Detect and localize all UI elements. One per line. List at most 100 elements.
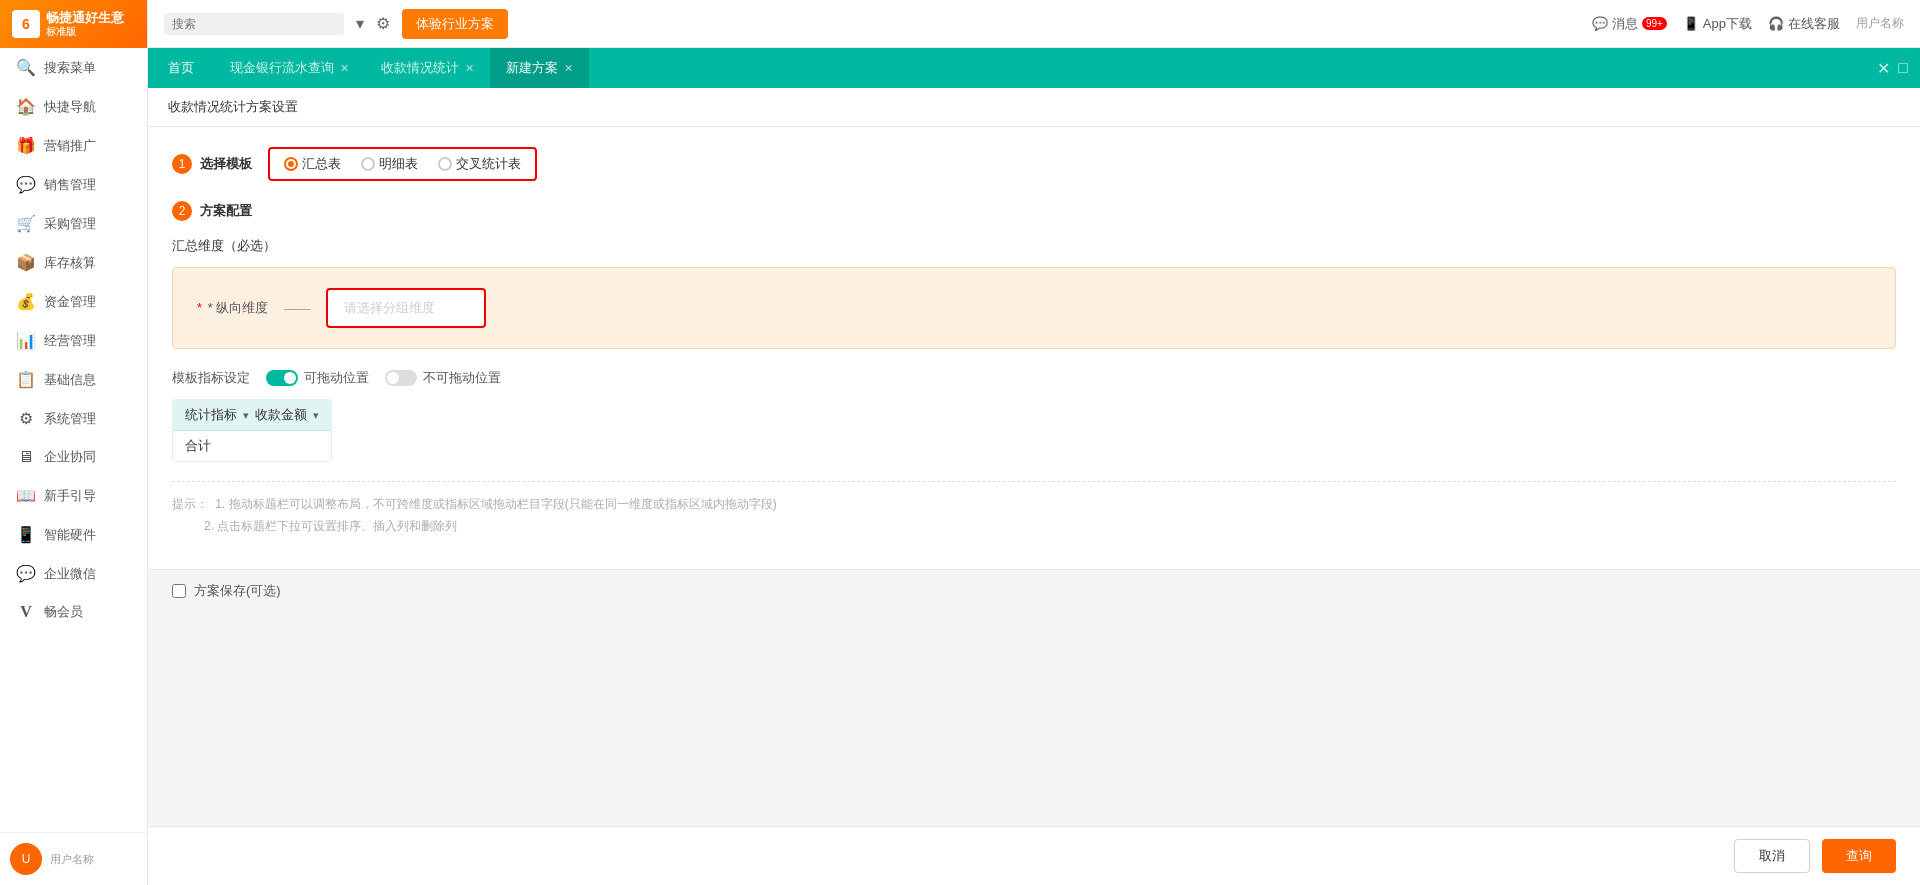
hardware-icon: 📱 xyxy=(16,525,36,544)
tab-close-icon[interactable]: ✕ xyxy=(340,62,349,75)
guide-icon: 📖 xyxy=(16,486,36,505)
radio-circle-detail xyxy=(361,157,375,171)
sidebar-item-member[interactable]: V 畅会员 xyxy=(0,593,147,631)
radio-detail[interactable]: 明细表 xyxy=(361,155,418,173)
indicator-table-header[interactable]: 统计指标 ▾ 收款金额 ▾ xyxy=(173,400,331,431)
tab-close-icon[interactable]: ✕ xyxy=(564,62,573,75)
sidebar-item-marketing[interactable]: 🎁 营销推广 xyxy=(0,126,147,165)
sidebar-footer: U 用户名称 xyxy=(0,832,147,885)
tab-close-all-button[interactable]: ✕ xyxy=(1877,59,1890,78)
tab-minimize-button[interactable]: □ xyxy=(1898,59,1908,77)
wechat-icon: 💬 xyxy=(16,564,36,583)
bottom-action-bar: 取消 查询 xyxy=(148,826,1920,885)
toggle-not-draggable[interactable]: 不可拖动位置 xyxy=(385,369,501,387)
message-icon: 💬 xyxy=(1592,16,1608,31)
sidebar-item-label: 销售管理 xyxy=(44,176,96,194)
tab-home[interactable]: 首页 xyxy=(148,48,214,88)
toggle-draggable[interactable]: 可拖动位置 xyxy=(266,369,369,387)
sidebar-item-label: 基础信息 xyxy=(44,371,96,389)
indicator-title: 模板指标设定 xyxy=(172,369,250,387)
toggle-draggable-box[interactable] xyxy=(266,370,298,386)
sidebar-item-wechat[interactable]: 💬 企业微信 xyxy=(0,554,147,593)
sidebar-item-guide[interactable]: 📖 新手引导 xyxy=(0,476,147,515)
dimension-select-box[interactable]: 请选择分组维度 xyxy=(326,288,486,328)
sidebar-item-label: 新手引导 xyxy=(44,487,96,505)
dropdown-button[interactable]: ▾ xyxy=(356,14,364,33)
tab-receipt-stats[interactable]: 收款情况统计 ✕ xyxy=(365,48,490,88)
dimension-row-label: * * 纵向维度 xyxy=(197,299,268,317)
sidebar-item-label: 智能硬件 xyxy=(44,526,96,544)
form-section: 1 选择模板 汇总表 明细表 交叉统计表 xyxy=(148,127,1920,569)
radio-circle-summary xyxy=(284,157,298,171)
indicator-table-row: 合计 xyxy=(173,431,331,461)
box-icon: 📦 xyxy=(16,253,36,272)
chevron-down-icon-2: ▾ xyxy=(313,409,319,422)
dimension-container: 汇总维度（必选） * * 纵向维度 —— 请选择分组维度 xyxy=(172,237,1896,349)
sidebar-item-inventory[interactable]: 📦 库存核算 xyxy=(0,243,147,282)
user-name: 用户名称 xyxy=(50,852,94,867)
sidebar-item-label: 系统管理 xyxy=(44,410,96,428)
sidebar-item-enterprise[interactable]: 🖥 企业协同 xyxy=(0,438,147,476)
sidebar-item-operations[interactable]: 📊 经营管理 xyxy=(0,321,147,360)
sidebar-item-label: 采购管理 xyxy=(44,215,96,233)
message-badge: 99+ xyxy=(1642,17,1667,30)
sidebar-item-system[interactable]: ⚙ 系统管理 xyxy=(0,399,147,438)
messages-button[interactable]: 💬 消息 99+ xyxy=(1592,15,1667,33)
tip1-text: 提示： 1. 拖动标题栏可以调整布局，不可跨维度或指标区域拖动栏目字段(只能在同… xyxy=(172,494,1896,516)
sidebar-item-basic-info[interactable]: 📋 基础信息 xyxy=(0,360,147,399)
step2-row: 2 方案配置 汇总维度（必选） * * 纵向维度 —— xyxy=(172,201,1896,549)
sidebar-item-label: 快捷导航 xyxy=(44,98,96,116)
money-icon: 💰 xyxy=(16,292,36,311)
page-title: 收款情况统计方案设置 xyxy=(168,99,298,114)
download-button[interactable]: 📱 App下载 xyxy=(1683,15,1752,33)
breadcrumb-search[interactable] xyxy=(164,13,344,35)
sidebar-item-label: 搜索菜单 xyxy=(44,59,96,77)
main-content: ▾ ⚙ 体验行业方案 💬 消息 99+ 📱 App下载 🎧 在线客服 用户名称 … xyxy=(148,0,1920,885)
monitor-icon: 🖥 xyxy=(16,448,36,466)
sidebar-item-purchase[interactable]: 🛒 采购管理 xyxy=(0,204,147,243)
save-plan-checkbox[interactable] xyxy=(172,584,186,598)
sidebar-logo: 6 畅捷通好生意 标准版 xyxy=(0,0,147,48)
step2-badge: 2 xyxy=(172,201,192,221)
radio-cross[interactable]: 交叉统计表 xyxy=(438,155,521,173)
settings-button[interactable]: ⚙ xyxy=(376,14,390,33)
sidebar-item-label: 经营管理 xyxy=(44,332,96,350)
tab-cash-flow[interactable]: 现金银行流水查询 ✕ xyxy=(214,48,365,88)
search-menu-icon: 🔍 xyxy=(16,58,36,77)
sidebar-item-label: 营销推广 xyxy=(44,137,96,155)
download-icon: 📱 xyxy=(1683,16,1699,31)
header-right: 💬 消息 99+ 📱 App下载 🎧 在线客服 用户名称 xyxy=(1592,15,1904,33)
dimension-arrow: —— xyxy=(284,301,310,316)
avatar: U xyxy=(10,843,42,875)
template-radio-group: 汇总表 明细表 交叉统计表 xyxy=(268,147,537,181)
query-button[interactable]: 查询 xyxy=(1822,839,1896,873)
cancel-button[interactable]: 取消 xyxy=(1734,839,1810,873)
dimension-row: * * 纵向维度 —— 请选择分组维度 xyxy=(197,288,1871,328)
tab-bar: 首页 现金银行流水查询 ✕ 收款情况统计 ✕ 新建方案 ✕ ✕ □ xyxy=(148,48,1920,88)
page-header: 收款情况统计方案设置 xyxy=(148,88,1920,127)
page-footer: 方案保存(可选) xyxy=(148,569,1920,612)
sidebar-item-sales[interactable]: 💬 销售管理 xyxy=(0,165,147,204)
industry-button[interactable]: 体验行业方案 xyxy=(402,9,508,39)
sidebar-item-finance[interactable]: 💰 资金管理 xyxy=(0,282,147,321)
tab-close-icon[interactable]: ✕ xyxy=(465,62,474,75)
indicator-section: 模板指标设定 可拖动位置 不可拖动位置 统计指标 ▾ xyxy=(172,369,1896,465)
indicator-toggle-row: 模板指标设定 可拖动位置 不可拖动位置 xyxy=(172,369,1896,387)
sales-icon: 💬 xyxy=(16,175,36,194)
dimension-area: * * 纵向维度 —— 请选择分组维度 xyxy=(172,267,1896,349)
sidebar-item-hardware[interactable]: 📱 智能硬件 xyxy=(0,515,147,554)
radio-summary[interactable]: 汇总表 xyxy=(284,155,341,173)
gear-icon: ⚙ xyxy=(16,409,36,428)
sidebar-item-label: 库存核算 xyxy=(44,254,96,272)
toggle-not-draggable-box[interactable] xyxy=(385,370,417,386)
sidebar-item-quick-nav[interactable]: 🏠 快捷导航 xyxy=(0,87,147,126)
tip-label: 提示： xyxy=(172,497,208,511)
member-icon: V xyxy=(16,603,36,621)
tab-new-plan[interactable]: 新建方案 ✕ xyxy=(490,48,589,88)
sidebar-item-search-menu[interactable]: 🔍 搜索菜单 xyxy=(0,48,147,87)
step2-label: 方案配置 xyxy=(200,202,252,220)
radio-circle-cross xyxy=(438,157,452,171)
step1-label: 选择模板 xyxy=(200,155,252,173)
step2-title-row: 2 方案配置 xyxy=(172,201,1896,221)
service-button[interactable]: 🎧 在线客服 xyxy=(1768,15,1840,33)
